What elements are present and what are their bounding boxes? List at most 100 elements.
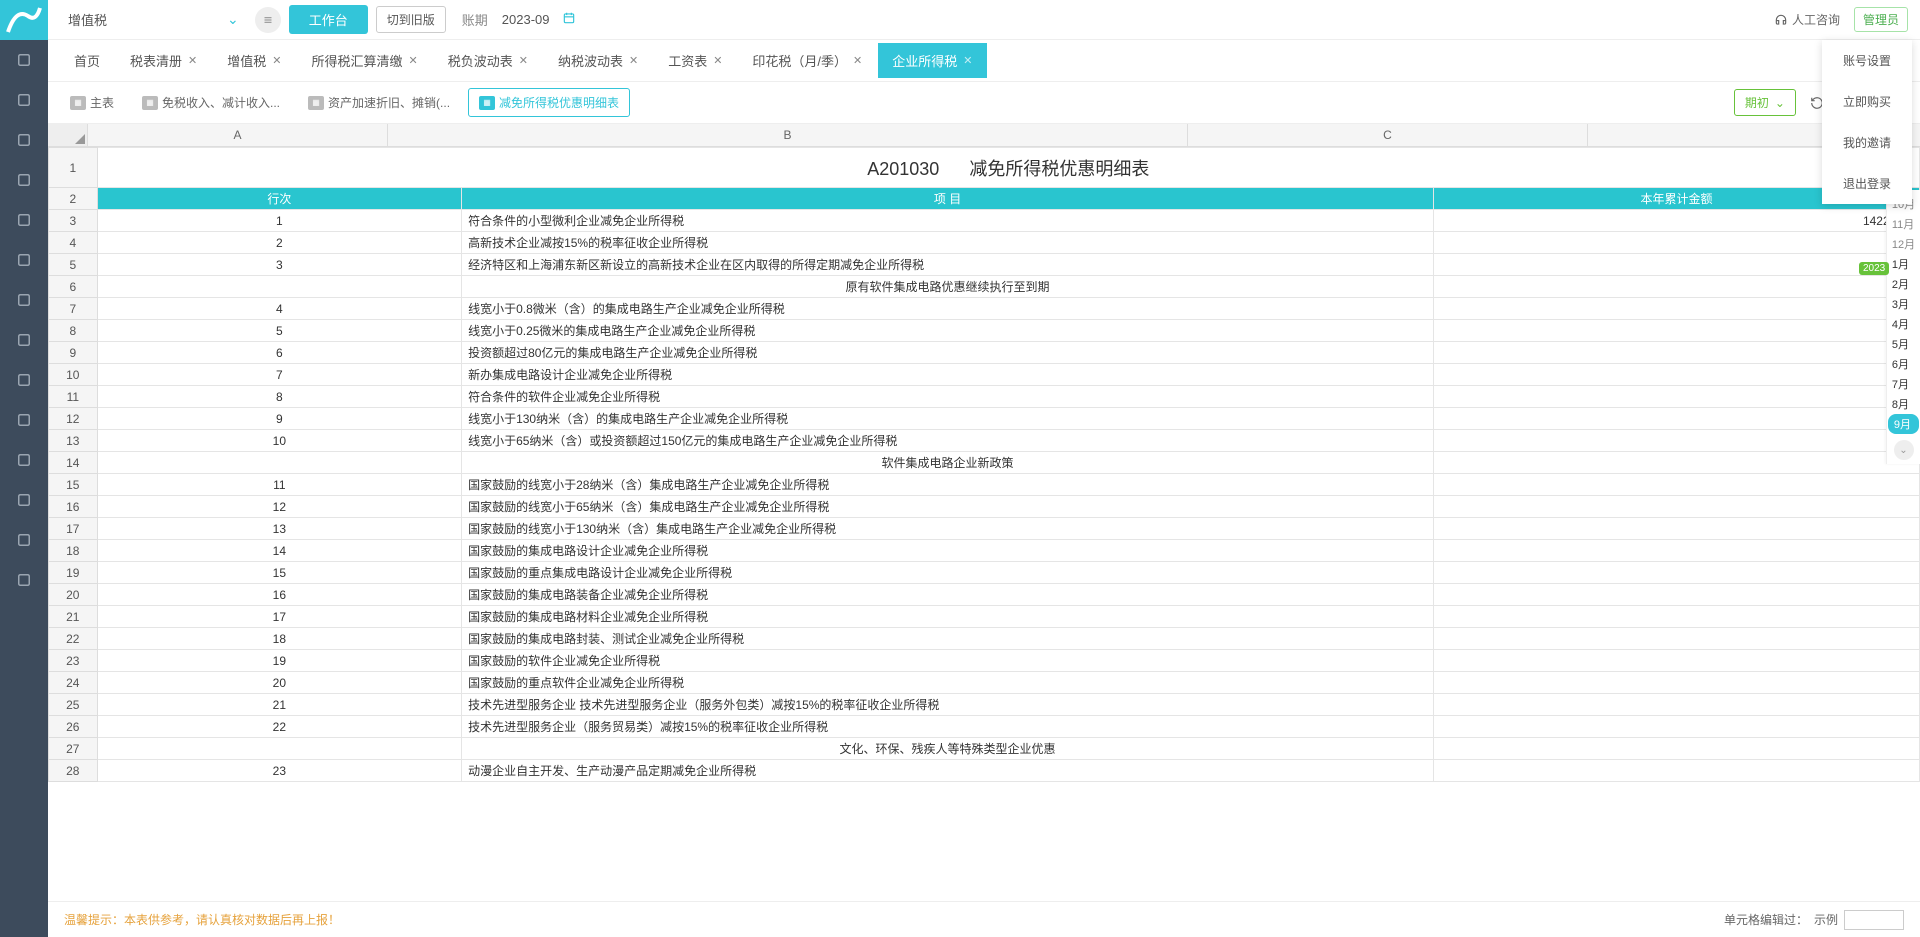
cell[interactable]: 13	[97, 518, 461, 540]
cell[interactable]	[1434, 694, 1920, 716]
cell[interactable]: 线宽小于130纳米（含）的集成电路生产企业减免企业所得税	[462, 408, 1434, 430]
row-number[interactable]: 8	[49, 320, 98, 342]
cell[interactable]: 4	[97, 298, 461, 320]
cell[interactable]: 国家鼓励的线宽小于28纳米（含）集成电路生产企业减免企业所得税	[462, 474, 1434, 496]
cell[interactable]: 1	[97, 210, 461, 232]
cell-edit-input[interactable]	[1844, 910, 1904, 930]
month-item[interactable]: 7月	[1888, 374, 1919, 394]
row-number[interactable]: 24	[49, 672, 98, 694]
sidebar-clipboard-icon[interactable]	[0, 200, 48, 240]
close-icon[interactable]: ✕	[853, 54, 862, 67]
cell[interactable]: 符合条件的小型微利企业减免企业所得税	[462, 210, 1434, 232]
cell[interactable]	[97, 738, 461, 760]
cell[interactable]: 软件集成电路企业新政策	[462, 452, 1434, 474]
row-number[interactable]: 25	[49, 694, 98, 716]
month-item[interactable]: 6月	[1888, 354, 1919, 374]
cell[interactable]: 国家鼓励的软件企业减免企业所得税	[462, 650, 1434, 672]
sidebar-grid-icon[interactable]	[0, 280, 48, 320]
row-number[interactable]: 18	[49, 540, 98, 562]
cell[interactable]	[1434, 496, 1920, 518]
row-number[interactable]: 3	[49, 210, 98, 232]
cell[interactable]	[97, 276, 461, 298]
row-number[interactable]: 7	[49, 298, 98, 320]
cell[interactable]: 动漫企业自主开发、生产动漫产品定期减免企业所得税	[462, 760, 1434, 782]
cell[interactable]: 6	[97, 342, 461, 364]
cell[interactable]	[1434, 408, 1920, 430]
month-item[interactable]: 8月	[1888, 394, 1919, 414]
row-number[interactable]: 10	[49, 364, 98, 386]
sidebar-home-icon[interactable]	[0, 40, 48, 80]
cell[interactable]: 国家鼓励的集成电路装备企业减免企业所得税	[462, 584, 1434, 606]
row-number[interactable]: 16	[49, 496, 98, 518]
cell[interactable]	[1434, 430, 1920, 452]
row-number[interactable]: 2	[49, 188, 98, 210]
sidebar-hand-icon[interactable]	[0, 360, 48, 400]
row-number[interactable]: 19	[49, 562, 98, 584]
sidebar-export-icon[interactable]	[0, 400, 48, 440]
month-item[interactable]: 11月	[1888, 214, 1919, 234]
consult-link[interactable]: 人工咨询	[1774, 11, 1840, 28]
cell[interactable]: 国家鼓励的集成电路材料企业减免企业所得税	[462, 606, 1434, 628]
cell[interactable]: 5	[97, 320, 461, 342]
cell[interactable]: 国家鼓励的线宽小于65纳米（含）集成电路生产企业减免企业所得税	[462, 496, 1434, 518]
subtab[interactable]: ▦主表	[60, 88, 124, 117]
row-number[interactable]: 20	[49, 584, 98, 606]
sidebar-jar-icon[interactable]	[0, 160, 48, 200]
select-all-corner[interactable]	[48, 124, 88, 146]
cell[interactable]: 12	[97, 496, 461, 518]
cell[interactable]: 17	[97, 606, 461, 628]
tab[interactable]: 税负波动表✕	[434, 43, 542, 78]
cell[interactable]	[1434, 364, 1920, 386]
cell[interactable]	[1434, 452, 1920, 474]
sidebar-inbox-icon[interactable]	[0, 440, 48, 480]
row-number[interactable]: 1	[49, 148, 98, 188]
row-number[interactable]: 15	[49, 474, 98, 496]
cell[interactable]: 符合条件的软件企业减免企业所得税	[462, 386, 1434, 408]
cell[interactable]: 7	[97, 364, 461, 386]
calendar-icon[interactable]	[562, 11, 576, 28]
month-rail-down[interactable]: ⌄	[1894, 440, 1914, 460]
row-number[interactable]: 14	[49, 452, 98, 474]
row-number[interactable]: 17	[49, 518, 98, 540]
month-item[interactable]: 4月	[1888, 314, 1919, 334]
user-menu-item[interactable]: 我的邀请	[1822, 122, 1912, 163]
cell[interactable]	[1434, 650, 1920, 672]
tab[interactable]: 首页	[60, 43, 114, 78]
month-item[interactable]: 3月	[1888, 294, 1919, 314]
cell[interactable]	[1434, 760, 1920, 782]
row-number[interactable]: 9	[49, 342, 98, 364]
cell[interactable]	[1434, 342, 1920, 364]
column-header-c[interactable]: C	[1188, 124, 1588, 146]
cell[interactable]	[1434, 298, 1920, 320]
cell[interactable]: 线宽小于0.25微米的集成电路生产企业减免企业所得税	[462, 320, 1434, 342]
row-number[interactable]: 4	[49, 232, 98, 254]
sidebar-play-icon[interactable]	[0, 520, 48, 560]
cell[interactable]: 15	[97, 562, 461, 584]
cell[interactable]: 20	[97, 672, 461, 694]
close-icon[interactable]: ✕	[188, 54, 197, 67]
cell[interactable]	[1434, 386, 1920, 408]
sheet-title[interactable]: A201030 减免所得税优惠明细表	[97, 148, 1919, 188]
cell[interactable]: 原有软件集成电路优惠继续执行至到期	[462, 276, 1434, 298]
cell[interactable]	[1434, 562, 1920, 584]
cell[interactable]	[1434, 628, 1920, 650]
cell[interactable]	[1434, 672, 1920, 694]
cell[interactable]: 21	[97, 694, 461, 716]
user-menu-item[interactable]: 账号设置	[1822, 40, 1912, 81]
subtab[interactable]: ▦减免所得税优惠明细表	[468, 88, 630, 117]
cell[interactable]: 10	[97, 430, 461, 452]
cell[interactable]	[1434, 540, 1920, 562]
tab[interactable]: 增值税✕	[213, 43, 295, 78]
month-item[interactable]: 5月	[1888, 334, 1919, 354]
close-icon[interactable]: ✕	[409, 54, 418, 67]
cell[interactable]: 9	[97, 408, 461, 430]
month-item[interactable]: 1月	[1888, 254, 1919, 274]
row-number[interactable]: 28	[49, 760, 98, 782]
cell[interactable]: 高新技术企业减按15%的税率征收企业所得税	[462, 232, 1434, 254]
close-icon[interactable]: ✕	[713, 54, 722, 67]
cell[interactable]: 国家鼓励的集成电路封装、测试企业减免企业所得税	[462, 628, 1434, 650]
cell[interactable]: 国家鼓励的重点集成电路设计企业减免企业所得税	[462, 562, 1434, 584]
sidebar-v-icon[interactable]	[0, 560, 48, 600]
sidebar-stack-icon[interactable]	[0, 320, 48, 360]
cell[interactable]: 经济特区和上海浦东新区新设立的高新技术企业在区内取得的所得定期减免企业所得税	[462, 254, 1434, 276]
